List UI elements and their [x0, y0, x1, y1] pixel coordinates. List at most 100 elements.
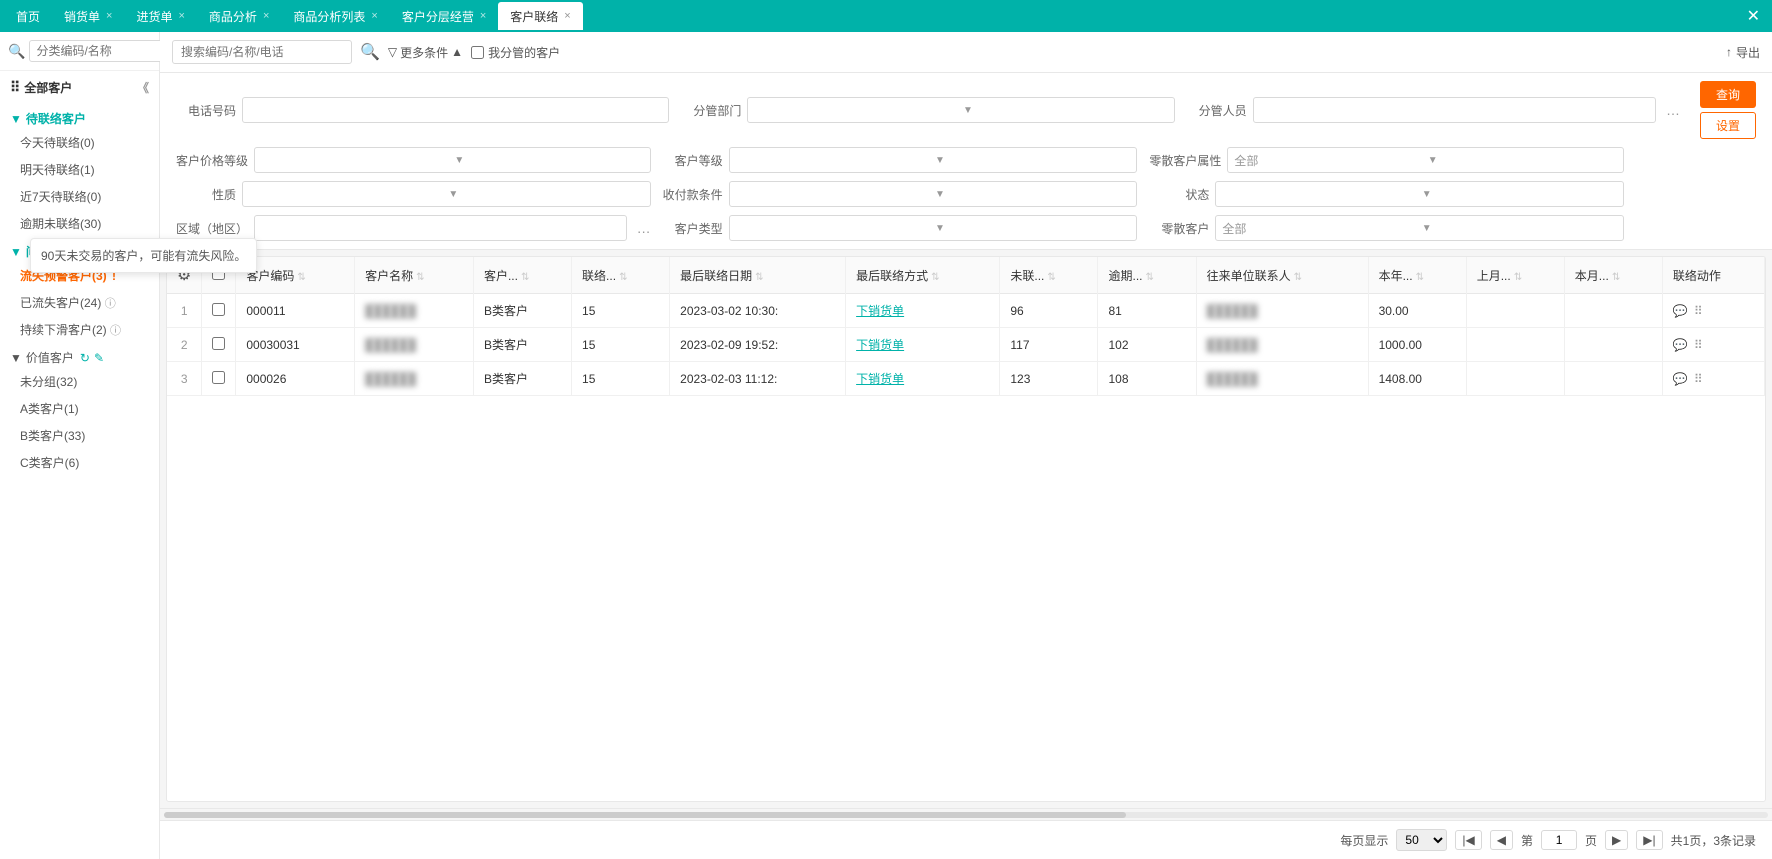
filter-customer-type: 客户类型 ▼ — [663, 215, 1138, 241]
sort-icon-last-month[interactable]: ⇅ — [1514, 272, 1522, 283]
action-more-icon[interactable]: ⠿ — [1694, 304, 1703, 318]
sort-icon-contact-person[interactable]: ⇅ — [1294, 272, 1302, 283]
sort-icon-code[interactable]: ⇅ — [297, 272, 305, 283]
sidebar-header[interactable]: ⠿ 全部客户 《 — [0, 71, 159, 104]
refresh-icon-value[interactable]: ↻ — [80, 351, 90, 365]
tab-analysis[interactable]: 商品分析 × — [197, 2, 281, 30]
last-page-btn[interactable]: ▶| — [1636, 830, 1662, 850]
sidebar-item-b-class[interactable]: B类客户(33) — [0, 422, 159, 449]
tab-analysis-close[interactable]: × — [263, 10, 269, 22]
filter-phone-input[interactable] — [242, 97, 669, 123]
prev-page-btn[interactable]: ◀ — [1490, 830, 1513, 850]
window-close-btn[interactable]: ✕ — [1739, 6, 1768, 26]
tab-purchase-close[interactable]: × — [178, 10, 184, 22]
action-contact-icon[interactable]: 💬 — [1673, 372, 1688, 386]
sort-icon-this-year[interactable]: ⇅ — [1416, 272, 1424, 283]
sidebar-item-a-class[interactable]: A类客户(1) — [0, 395, 159, 422]
info-icon-declining: ⓘ — [110, 325, 121, 337]
tab-analysis-list-close[interactable]: × — [371, 10, 377, 22]
row-this-year: 1000.00 — [1368, 328, 1466, 362]
export-btn[interactable]: ↑ 导出 — [1726, 44, 1760, 61]
content-area: 🔍 ▽ 更多条件 ▲ 我分管的客户 ↑ 导出 电话号码 — [160, 32, 1772, 859]
sidebar-item-today[interactable]: 今天待联络(0) — [0, 129, 159, 156]
sort-icon-this-month[interactable]: ⇅ — [1612, 272, 1620, 283]
row-num: 3 — [167, 362, 202, 396]
filter-search-input[interactable] — [172, 40, 352, 64]
filter-more-btn[interactable]: ▽ 更多条件 ▲ — [388, 44, 463, 61]
chevron-up-icon: ▲ — [451, 45, 463, 59]
action-contact-icon[interactable]: 💬 — [1673, 304, 1688, 318]
filter-region-dots[interactable]: … — [637, 220, 651, 236]
filter-dept-select[interactable]: ▼ — [747, 97, 1174, 123]
next-page-btn[interactable]: ▶ — [1605, 830, 1628, 850]
my-customers-checkbox[interactable] — [471, 46, 484, 59]
filter-search-btn[interactable]: 🔍 — [360, 42, 380, 62]
row-checkbox[interactable] — [212, 303, 225, 316]
last-way-link[interactable]: 下销货单 — [856, 338, 904, 352]
sort-icon-type[interactable]: ⇅ — [521, 272, 529, 283]
action-contact-icon[interactable]: 💬 — [1673, 338, 1688, 352]
filter-person-dots[interactable]: … — [1666, 102, 1680, 118]
filter-payment-select[interactable]: ▼ — [729, 181, 1138, 207]
sidebar-item-7days[interactable]: 近7天待联络(0) — [0, 183, 159, 210]
filter-scattered-select[interactable]: 全部 ▼ — [1215, 215, 1624, 241]
tab-home[interactable]: 首页 — [4, 2, 52, 30]
tab-customer-contact-label: 客户联络 — [510, 8, 558, 25]
sidebar-item-tomorrow[interactable]: 明天待联络(1) — [0, 156, 159, 183]
tab-purchase[interactable]: 进货单 × — [124, 2, 196, 30]
row-checkbox[interactable] — [212, 371, 225, 384]
tab-customer-tier-close[interactable]: × — [480, 10, 486, 22]
filter-nature-select[interactable]: ▼ — [242, 181, 651, 207]
sort-icon-unlink[interactable]: ⇅ — [1047, 272, 1055, 283]
row-num: 2 — [167, 328, 202, 362]
action-more-icon[interactable]: ⠿ — [1694, 372, 1703, 386]
sidebar-collapse-btn[interactable]: 《 — [137, 79, 149, 96]
settings-btn[interactable]: 设置 — [1700, 112, 1756, 139]
page-input[interactable] — [1541, 830, 1577, 850]
row-checkbox[interactable] — [212, 337, 225, 350]
sidebar-group-value-label: 价值客户 — [26, 349, 74, 366]
my-customers-checkbox-label[interactable]: 我分管的客户 — [471, 44, 560, 61]
filter-person-select[interactable] — [1253, 97, 1656, 123]
sort-icon-overdue[interactable]: ⇅ — [1146, 272, 1154, 283]
action-more-icon[interactable]: ⠿ — [1694, 338, 1703, 352]
filter-region-select[interactable] — [254, 215, 627, 241]
filter-scattered-attr-select[interactable]: 全部 ▼ — [1227, 147, 1624, 173]
row-last-way: 下销货单 — [846, 294, 1000, 328]
tab-customer-contact[interactable]: 客户联络 × — [498, 2, 582, 30]
query-btn[interactable]: 查询 — [1700, 81, 1756, 108]
tab-sales[interactable]: 销货单 × — [52, 2, 124, 30]
sort-icon-contact[interactable]: ⇅ — [619, 272, 627, 283]
sidebar-item-overdue[interactable]: 逾期未联络(30) — [0, 210, 159, 237]
sidebar-group-value[interactable]: ▼ 价值客户 ↻ ✎ — [0, 343, 159, 368]
tab-customer-contact-close[interactable]: × — [564, 10, 570, 22]
sidebar-group-pending[interactable]: ▼ 待联络客户 — [0, 104, 159, 129]
last-way-link[interactable]: 下销货单 — [856, 304, 904, 318]
main-layout: 🔍 ⠿ 全部客户 《 ▼ 待联络客户 今天待联络(0) 明天待联络(1) 近7天… — [0, 32, 1772, 859]
sidebar-item-declining[interactable]: 持续下滑客户(2) ⓘ — [0, 316, 159, 343]
sidebar-item-ungrouped[interactable]: 未分组(32) — [0, 368, 159, 395]
sort-icon-last-date[interactable]: ⇅ — [755, 272, 763, 283]
row-unlink-days: 123 — [1000, 362, 1098, 396]
tab-sales-close[interactable]: × — [106, 10, 112, 22]
sort-icon-last-way[interactable]: ⇅ — [931, 272, 939, 283]
tab-analysis-list[interactable]: 商品分析列表 × — [281, 2, 389, 30]
filter-customer-level-select[interactable]: ▼ — [729, 147, 1138, 173]
tab-customer-tier[interactable]: 客户分层经营 × — [390, 2, 498, 30]
horizontal-scrollbar[interactable] — [160, 808, 1772, 820]
filter-customer-type-select[interactable]: ▼ — [729, 215, 1138, 241]
sidebar-search-bar: 🔍 — [0, 32, 159, 71]
filter-status-select[interactable]: ▼ — [1215, 181, 1624, 207]
filter-price-level-select[interactable]: ▼ — [254, 147, 651, 173]
th-contact: 联络...⇅ — [572, 257, 670, 294]
sidebar-item-churned[interactable]: 已流失客户(24) ⓘ — [0, 289, 159, 316]
row-num: 1 — [167, 294, 202, 328]
table-row: 1 000011 ██████ B类客户 15 2023-03-02 10:30… — [167, 294, 1765, 328]
last-way-link[interactable]: 下销货单 — [856, 372, 904, 386]
per-page-select[interactable]: 50 100 200 — [1396, 829, 1447, 851]
first-page-btn[interactable]: |◀ — [1455, 830, 1481, 850]
sidebar-item-c-class[interactable]: C类客户(6) — [0, 449, 159, 476]
sort-icon-name[interactable]: ⇅ — [416, 272, 424, 283]
scrollbar-thumb[interactable] — [164, 812, 1126, 818]
edit-icon-value[interactable]: ✎ — [94, 351, 104, 365]
